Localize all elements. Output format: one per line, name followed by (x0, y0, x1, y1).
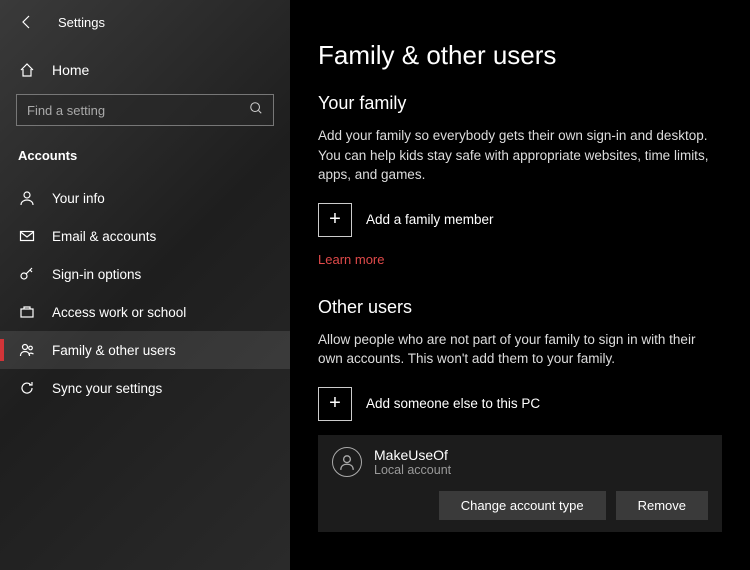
people-icon (18, 342, 36, 358)
sidebar: Settings Home Accounts Your info Email &… (0, 0, 290, 570)
key-icon (18, 266, 36, 282)
user-name: MakeUseOf (374, 447, 451, 463)
search-icon (249, 101, 263, 120)
change-account-type-button[interactable]: Change account type (439, 491, 606, 520)
user-card-header: MakeUseOf Local account (332, 447, 708, 477)
mail-icon (18, 228, 36, 244)
sidebar-item-label: Access work or school (52, 305, 186, 320)
family-description: Add your family so everybody gets their … (318, 126, 718, 185)
sidebar-item-your-info[interactable]: Your info (0, 179, 290, 217)
sidebar-item-family[interactable]: Family & other users (0, 331, 290, 369)
add-other-user-button[interactable]: + Add someone else to this PC (318, 387, 722, 421)
home-icon (18, 62, 36, 78)
main-content: Family & other users Your family Add you… (290, 0, 750, 570)
settings-title: Settings (58, 15, 105, 30)
home-label: Home (52, 62, 89, 78)
other-users-heading: Other users (318, 297, 722, 318)
back-icon[interactable] (18, 14, 36, 30)
sidebar-item-label: Sign-in options (52, 267, 141, 282)
search-box[interactable] (16, 94, 274, 126)
plus-icon: + (318, 387, 352, 421)
user-card[interactable]: MakeUseOf Local account Change account t… (318, 435, 722, 532)
plus-icon: + (318, 203, 352, 237)
add-family-label: Add a family member (366, 212, 494, 227)
avatar-icon (332, 447, 362, 477)
sidebar-item-sync[interactable]: Sync your settings (0, 369, 290, 407)
remove-button[interactable]: Remove (616, 491, 708, 520)
sidebar-item-label: Sync your settings (52, 381, 162, 396)
learn-more-link[interactable]: Learn more (318, 252, 384, 267)
sync-icon (18, 380, 36, 396)
briefcase-icon (18, 304, 36, 320)
home-nav[interactable]: Home (0, 52, 290, 88)
sidebar-item-label: Family & other users (52, 343, 176, 358)
sidebar-item-label: Email & accounts (52, 229, 156, 244)
search-input[interactable] (27, 103, 249, 118)
category-heading: Accounts (0, 142, 290, 179)
add-family-member-button[interactable]: + Add a family member (318, 203, 722, 237)
page-title: Family & other users (318, 40, 722, 71)
other-users-description: Allow people who are not part of your fa… (318, 330, 718, 369)
add-other-label: Add someone else to this PC (366, 396, 540, 411)
sidebar-item-work[interactable]: Access work or school (0, 293, 290, 331)
sidebar-header: Settings (0, 8, 290, 36)
person-icon (18, 190, 36, 206)
user-actions: Change account type Remove (332, 491, 708, 520)
sidebar-item-label: Your info (52, 191, 105, 206)
sidebar-item-email[interactable]: Email & accounts (0, 217, 290, 255)
sidebar-item-signin[interactable]: Sign-in options (0, 255, 290, 293)
family-heading: Your family (318, 93, 722, 114)
user-subtitle: Local account (374, 463, 451, 477)
